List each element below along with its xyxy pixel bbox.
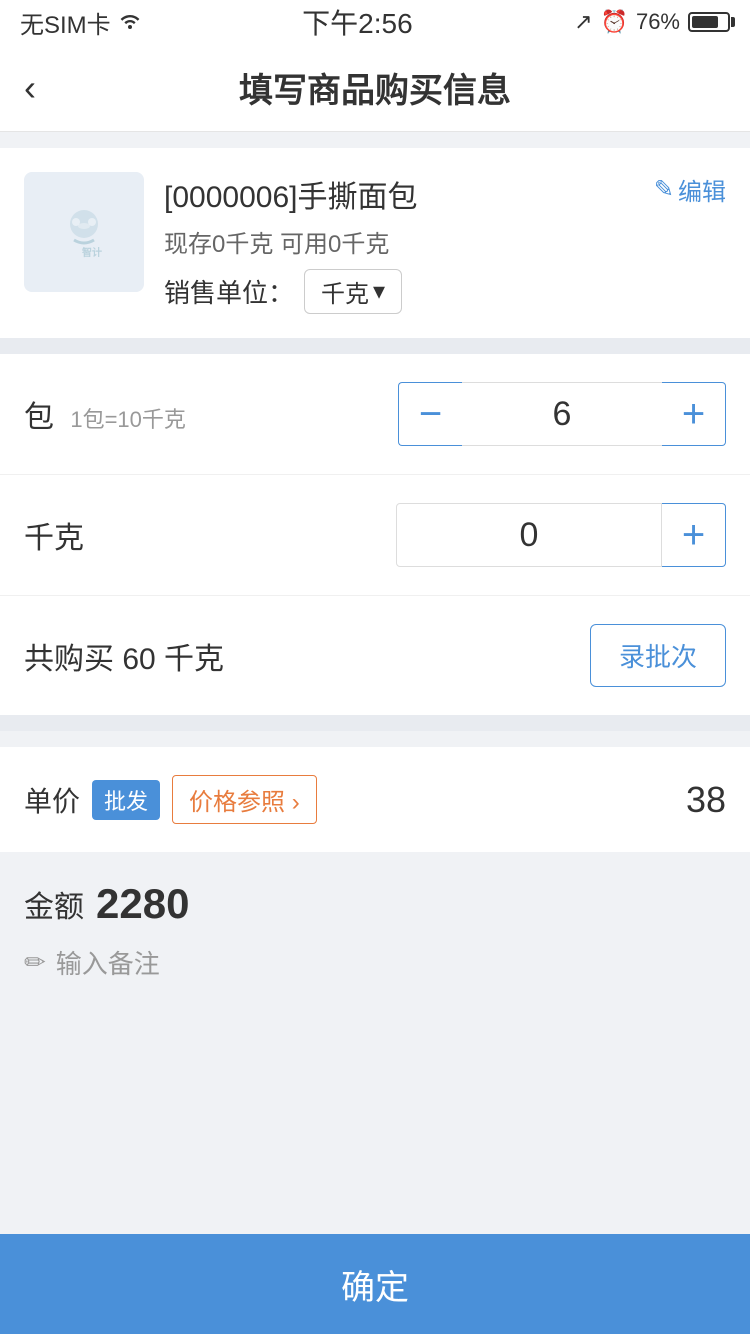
carrier-text: 无SIM卡 — [20, 5, 111, 40]
bag-minus-button[interactable]: − — [398, 382, 462, 446]
note-row[interactable]: ✏ 输入备注 — [24, 944, 726, 981]
price-value: 38 — [686, 779, 726, 821]
status-right: ↗ ⏰ 76% — [574, 9, 730, 35]
status-time: 下午2:56 — [302, 2, 413, 42]
product-logo-icon: 智计 — [54, 202, 114, 262]
product-stock: 现存0千克 可用0千克 — [164, 224, 726, 259]
divider-1 — [0, 338, 750, 354]
product-unit-row: 销售单位： 千克 ▾ — [164, 269, 726, 314]
product-name: [0000006]手撕面包 — [164, 172, 726, 216]
kg-input-row: 千克 0 + — [0, 475, 750, 596]
product-image: 智计 — [24, 172, 144, 292]
amount-label: 金额 — [24, 882, 84, 926]
bag-qty-input[interactable]: 6 — [462, 382, 662, 446]
note-placeholder: 输入备注 — [56, 944, 160, 981]
bag-plus-button[interactable]: + — [662, 382, 726, 446]
battery-percent: 76% — [636, 9, 680, 35]
edit-button[interactable]: ✎ 编辑 — [654, 172, 726, 207]
bag-input-row: 包 1包=10千克 − 6 + — [0, 354, 750, 475]
product-info: [0000006]手撕面包 现存0千克 可用0千克 销售单位： 千克 ▾ — [164, 172, 726, 314]
kg-qty-control: 0 + — [396, 503, 726, 567]
price-label: 单价 — [24, 780, 80, 820]
amount-row: 金额 2280 — [24, 880, 726, 928]
unit-value: 千克 — [321, 274, 369, 309]
back-button[interactable]: ‹ — [24, 67, 36, 109]
kg-plus-button[interactable]: + — [662, 503, 726, 567]
divider-2 — [0, 715, 750, 731]
page-title: 填写商品购买信息 — [239, 63, 511, 112]
confirm-button[interactable]: 确定 — [0, 1234, 750, 1334]
summary-text: 共购买 60 千克 — [24, 634, 224, 678]
status-left: 无SIM卡 — [20, 5, 141, 40]
amount-section: 金额 2280 ✏ 输入备注 — [0, 852, 750, 997]
status-bar: 无SIM卡 下午2:56 ↗ ⏰ 76% — [0, 0, 750, 44]
edit-label: 编辑 — [678, 172, 726, 207]
svg-text:智计: 智计 — [82, 246, 102, 259]
pencil-icon: ✏ — [24, 947, 46, 978]
kg-qty-input[interactable]: 0 — [396, 503, 662, 567]
wifi-icon — [119, 8, 141, 36]
kg-label: 千克 — [24, 513, 396, 557]
location-icon: ↗ — [574, 9, 592, 35]
bag-label: 包 1包=10千克 — [24, 392, 398, 436]
price-section: 单价 批发 价格参照 › 38 — [0, 747, 750, 852]
price-tag: 批发 — [92, 780, 160, 820]
unit-select[interactable]: 千克 ▾ — [304, 269, 402, 314]
edit-icon: ✎ — [654, 175, 674, 204]
battery-icon — [688, 12, 730, 32]
bag-qty-control: − 6 + — [398, 382, 726, 446]
alarm-icon: ⏰ — [601, 9, 628, 35]
summary-section: 共购买 60 千克 录批次 — [0, 596, 750, 715]
dropdown-icon: ▾ — [373, 277, 385, 306]
confirm-label: 确定 — [341, 1260, 409, 1309]
price-ref-button[interactable]: 价格参照 › — [172, 775, 317, 824]
input-section: 包 1包=10千克 − 6 + 千克 0 + — [0, 354, 750, 596]
nav-bar: ‹ 填写商品购买信息 — [0, 44, 750, 132]
amount-value: 2280 — [96, 880, 189, 928]
unit-label: 销售单位： — [164, 273, 294, 310]
batch-button[interactable]: 录批次 — [590, 624, 726, 687]
product-section: 智计 [0000006]手撕面包 现存0千克 可用0千克 销售单位： 千克 ▾ … — [0, 148, 750, 338]
bag-sublabel: 1包=10千克 — [70, 407, 186, 432]
